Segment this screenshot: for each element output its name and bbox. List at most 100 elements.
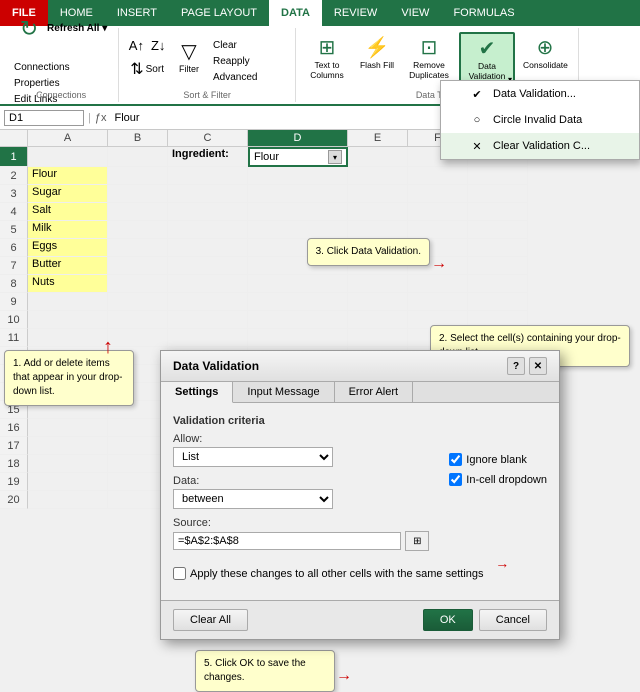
clear-filter-button[interactable]: Clear [209,38,289,53]
data-validation-button[interactable]: ✔ Data Validation ▾ [459,32,515,85]
cell-e5[interactable] [348,221,408,239]
cell-e2[interactable] [348,167,408,185]
cell-a3[interactable]: Sugar [28,185,108,203]
reapply-button[interactable]: Reapply [209,54,289,69]
cell-a2[interactable]: Flour [28,167,108,185]
filter-button[interactable]: ▽ Filter [171,36,207,77]
cell-B17[interactable] [108,437,168,455]
dialog-tab-error-alert[interactable]: Error Alert [335,382,414,402]
ok-button[interactable]: OK [423,609,473,631]
cell-f5[interactable] [408,221,468,239]
cell-e3[interactable] [348,185,408,203]
dialog-tab-input-message[interactable]: Input Message [233,382,334,402]
cell-E11[interactable] [348,329,408,347]
cell-c7[interactable] [168,257,248,275]
col-header-c[interactable]: C [168,130,248,146]
tab-formulas[interactable]: FORMULAS [441,0,526,26]
menu-item-clear-validation[interactable]: ✕ Clear Validation C... [441,133,639,159]
cell-b2[interactable] [108,167,168,185]
cell-c6[interactable] [168,239,248,257]
remove-duplicates-button[interactable]: ⊡ Remove Duplicates [402,32,456,83]
menu-item-circle-invalid[interactable]: ○ Circle Invalid Data [441,107,639,133]
cell-d8[interactable] [248,275,348,293]
cell-A19[interactable] [28,473,108,491]
cell-c5[interactable] [168,221,248,239]
cell-B10[interactable] [108,311,168,329]
cell-f3[interactable] [408,185,468,203]
cell-a8[interactable]: Nuts [28,275,108,293]
text-to-columns-button[interactable]: ⊞ Text to Columns [302,32,352,83]
cell-c3[interactable] [168,185,248,203]
cell-A17[interactable] [28,437,108,455]
cell-b5[interactable] [108,221,168,239]
cell-c8[interactable] [168,275,248,293]
cell-d3[interactable] [248,185,348,203]
dialog-tab-settings[interactable]: Settings [161,382,233,403]
consolidate-button[interactable]: ⊕ Consolidate [518,32,572,73]
dialog-close-button[interactable]: ✕ [529,357,547,375]
col-header-d[interactable]: D [248,130,348,146]
col-header-b[interactable]: B [108,130,168,146]
dialog-help-button[interactable]: ? [507,357,525,375]
cell-b4[interactable] [108,203,168,221]
name-box[interactable] [4,110,84,126]
cell-b7[interactable] [108,257,168,275]
cell-b3[interactable] [108,185,168,203]
cell-C10[interactable] [168,311,248,329]
cell-C9[interactable] [168,293,248,311]
cell-b6[interactable] [108,239,168,257]
cell-e8[interactable] [348,275,408,293]
sort-button[interactable]: ⇅ Sort [125,56,169,82]
source-input[interactable] [173,532,401,550]
cell-c4[interactable] [168,203,248,221]
cell-a6[interactable]: Eggs [28,239,108,257]
cell-A20[interactable] [28,491,108,509]
cell-g5[interactable] [468,221,528,239]
cell-A9[interactable] [28,293,108,311]
cell-B19[interactable] [108,473,168,491]
menu-item-data-validation[interactable]: ✔ Data Validation... [441,81,639,107]
clear-all-button[interactable]: Clear All [173,609,248,631]
cell-E9[interactable] [348,293,408,311]
sort-za-button[interactable]: Z↓ [148,36,168,55]
cell-d2[interactable] [248,167,348,185]
cell-g6[interactable] [468,239,528,257]
cell-a1[interactable] [28,147,108,167]
data-select[interactable]: between [173,489,333,509]
cell-d5[interactable] [248,221,348,239]
cell-f4[interactable] [408,203,468,221]
tab-review[interactable]: REVIEW [322,0,389,26]
tab-view[interactable]: VIEW [389,0,441,26]
cell-A16[interactable] [28,419,108,437]
cell-b1[interactable] [108,147,168,167]
cell-e4[interactable] [348,203,408,221]
cell-f8[interactable] [408,275,468,293]
cell-d1[interactable]: Flour ▾ [248,147,348,167]
cell-c2[interactable] [168,167,248,185]
cell-C11[interactable] [168,329,248,347]
cell-E10[interactable] [348,311,408,329]
allow-select[interactable]: List [173,447,333,467]
cell-B11[interactable] [108,329,168,347]
cell-B16[interactable] [108,419,168,437]
cell-A10[interactable] [28,311,108,329]
tab-data[interactable]: DATA [269,0,322,26]
cell-e1[interactable] [348,147,408,167]
tab-insert[interactable]: INSERT [105,0,169,26]
source-range-btn[interactable]: ⊞ [405,531,429,551]
cell-B9[interactable] [108,293,168,311]
cancel-button[interactable]: Cancel [479,609,547,631]
cell-a4[interactable]: Salt [28,203,108,221]
cell-B20[interactable] [108,491,168,509]
cell-f2[interactable] [408,167,468,185]
cell-c1[interactable]: Ingredient: [168,147,248,167]
cell-g4[interactable] [468,203,528,221]
cell-dropdown-btn[interactable]: ▾ [328,150,342,164]
cell-B18[interactable] [108,455,168,473]
cell-D9[interactable] [248,293,348,311]
cell-A11[interactable] [28,329,108,347]
cell-g3[interactable] [468,185,528,203]
connections-button[interactable]: Connections [10,60,90,75]
cell-F9[interactable] [408,293,468,311]
cell-b8[interactable] [108,275,168,293]
